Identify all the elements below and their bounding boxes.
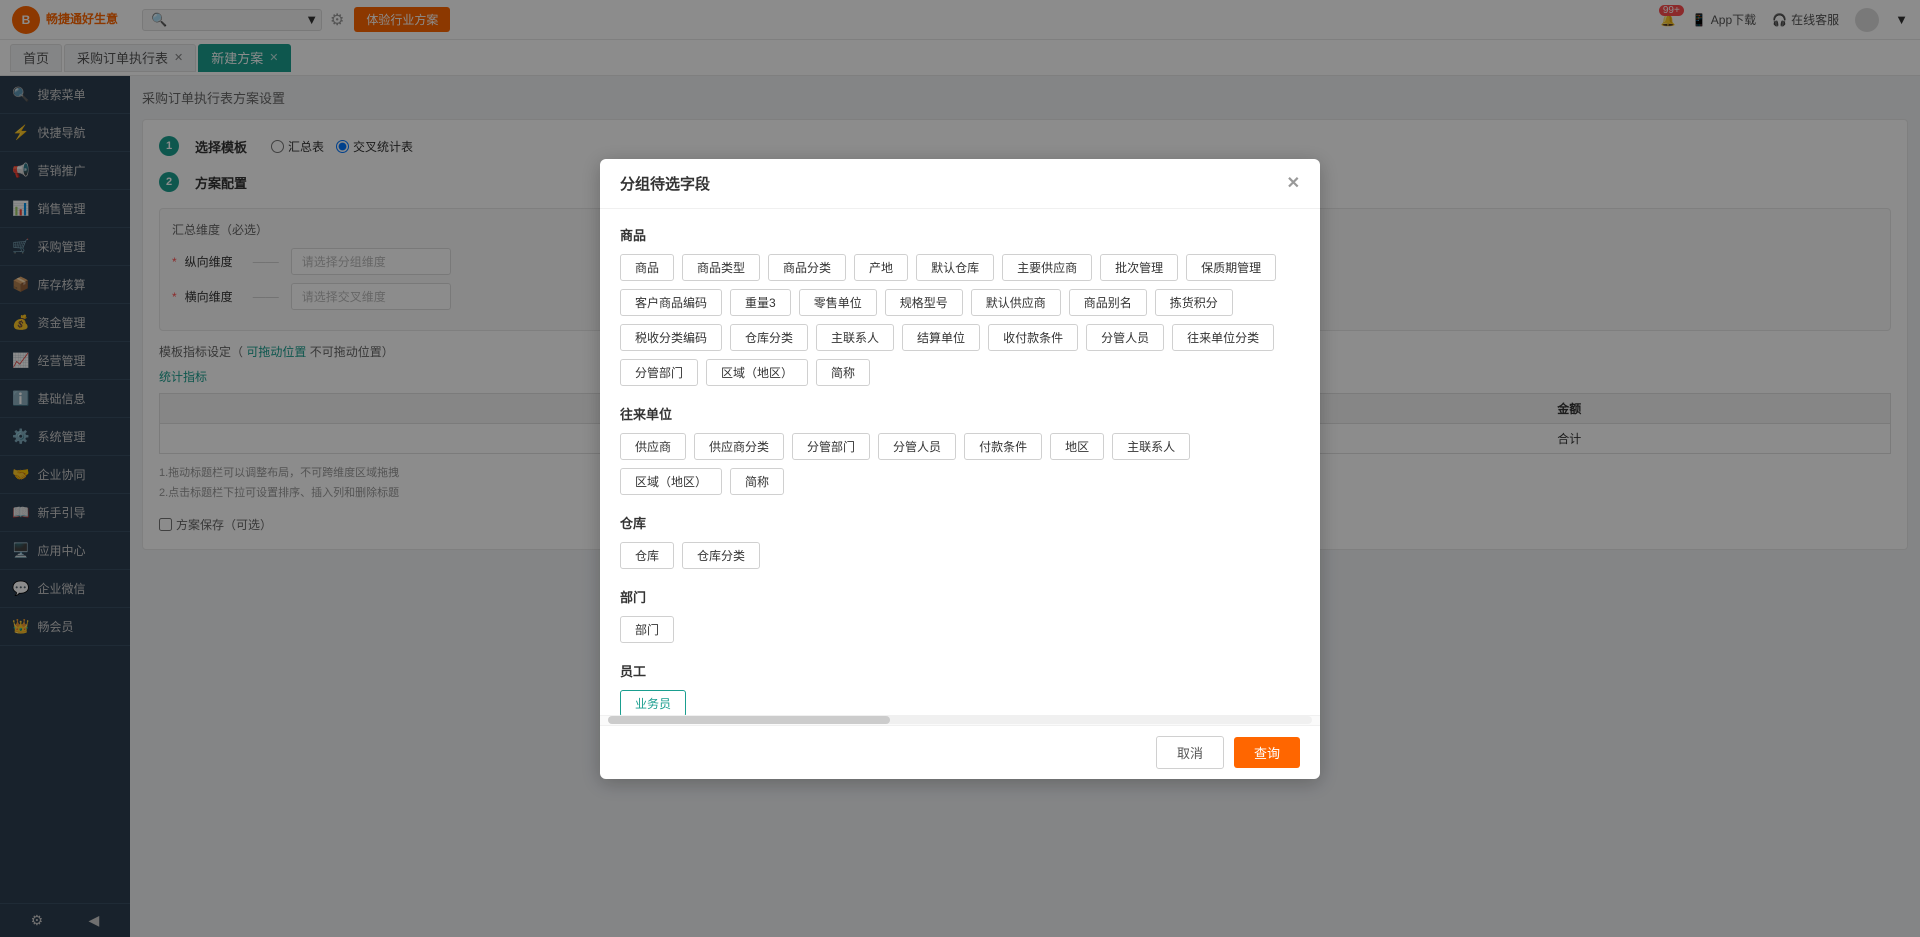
section-department: 部门 部门 [620,587,1300,643]
field-tag-sales-rep[interactable]: 业务员 [620,690,686,715]
modal-hscroll[interactable] [600,715,1320,725]
field-tag-settlement-unit[interactable]: 结算单位 [902,324,980,351]
field-tag-supervisor[interactable]: 分管人员 [1086,324,1164,351]
field-tag-region-partner[interactable]: 区域（地区） [620,468,722,495]
field-tag-default-supplier[interactable]: 默认供应商 [971,289,1061,316]
field-tag-abbreviation-goods[interactable]: 简称 [816,359,870,386]
field-tag-dept-supervisor[interactable]: 分管部门 [620,359,698,386]
section-employee: 员工 业务员 [620,661,1300,715]
field-tag-goods-alias[interactable]: 商品别名 [1069,289,1147,316]
section-department-title: 部门 [620,587,1300,606]
field-tag-payment-terms[interactable]: 收付款条件 [988,324,1078,351]
section-goods: 商品 商品 商品类型 商品分类 产地 默认仓库 主要供应商 批次管理 保质期管理… [620,225,1300,386]
cancel-button[interactable]: 取消 [1156,736,1224,769]
section-warehouse: 仓库 仓库 仓库分类 [620,513,1300,569]
modal-title: 分组待选字段 [620,173,710,194]
field-grid-warehouse: 仓库 仓库分类 [620,542,1300,569]
field-grid-employee: 业务员 [620,690,1300,715]
field-grid-department: 部门 [620,616,1300,643]
section-warehouse-title: 仓库 [620,513,1300,532]
field-tag-goods[interactable]: 商品 [620,254,674,281]
field-tag-dept-partner[interactable]: 分管部门 [792,433,870,460]
field-select-modal: 分组待选字段 ✕ 商品 商品 商品类型 商品分类 产地 默认仓库 主要供应商 批… [600,159,1320,779]
field-tag-region-goods[interactable]: 区域（地区） [706,359,808,386]
field-tag-person-partner[interactable]: 分管人员 [878,433,956,460]
modal-header: 分组待选字段 ✕ [600,159,1320,209]
field-grid-goods: 商品 商品类型 商品分类 产地 默认仓库 主要供应商 批次管理 保质期管理 客户… [620,254,1300,386]
field-tag-weight3[interactable]: 重量3 [730,289,791,316]
field-tag-goods-category[interactable]: 商品分类 [768,254,846,281]
field-tag-retail-unit[interactable]: 零售单位 [799,289,877,316]
field-tag-goods-type[interactable]: 商品类型 [682,254,760,281]
modal-footer: 取消 查询 [600,725,1320,779]
modal-body[interactable]: 商品 商品 商品类型 商品分类 产地 默认仓库 主要供应商 批次管理 保质期管理… [600,209,1320,715]
confirm-button[interactable]: 查询 [1234,737,1300,768]
field-tag-abbreviation-partner[interactable]: 简称 [730,468,784,495]
field-tag-warehouse[interactable]: 仓库 [620,542,674,569]
field-tag-payment-condition[interactable]: 付款条件 [964,433,1042,460]
field-tag-area-partner[interactable]: 地区 [1050,433,1104,460]
field-tag-origin[interactable]: 产地 [854,254,908,281]
field-tag-shelf-life[interactable]: 保质期管理 [1186,254,1276,281]
field-tag-warehouse-category[interactable]: 仓库分类 [730,324,808,351]
field-tag-default-warehouse[interactable]: 默认仓库 [916,254,994,281]
section-partner-title: 往来单位 [620,404,1300,423]
field-tag-supplier[interactable]: 供应商 [620,433,686,460]
section-employee-title: 员工 [620,661,1300,680]
field-tag-pick-points[interactable]: 拣货积分 [1155,289,1233,316]
section-goods-title: 商品 [620,225,1300,244]
hscroll-thumb [608,716,890,724]
field-tag-department[interactable]: 部门 [620,616,674,643]
field-grid-partner: 供应商 供应商分类 分管部门 分管人员 付款条件 地区 主联系人 区域（地区） … [620,433,1300,495]
field-tag-customer-code[interactable]: 客户商品编码 [620,289,722,316]
field-tag-warehouse-cat[interactable]: 仓库分类 [682,542,760,569]
section-partner: 往来单位 供应商 供应商分类 分管部门 分管人员 付款条件 地区 主联系人 区域… [620,404,1300,495]
field-tag-main-contact[interactable]: 主联系人 [816,324,894,351]
field-tag-main-supplier[interactable]: 主要供应商 [1002,254,1092,281]
field-tag-supplier-category[interactable]: 供应商分类 [694,433,784,460]
field-tag-partner-category[interactable]: 往来单位分类 [1172,324,1274,351]
hscroll-bar [608,716,1312,724]
field-tag-spec-model[interactable]: 规格型号 [885,289,963,316]
field-tag-batch-management[interactable]: 批次管理 [1100,254,1178,281]
field-tag-contact-partner[interactable]: 主联系人 [1112,433,1190,460]
field-tag-tax-code[interactable]: 税收分类编码 [620,324,722,351]
modal-close-icon[interactable]: ✕ [1287,173,1300,193]
